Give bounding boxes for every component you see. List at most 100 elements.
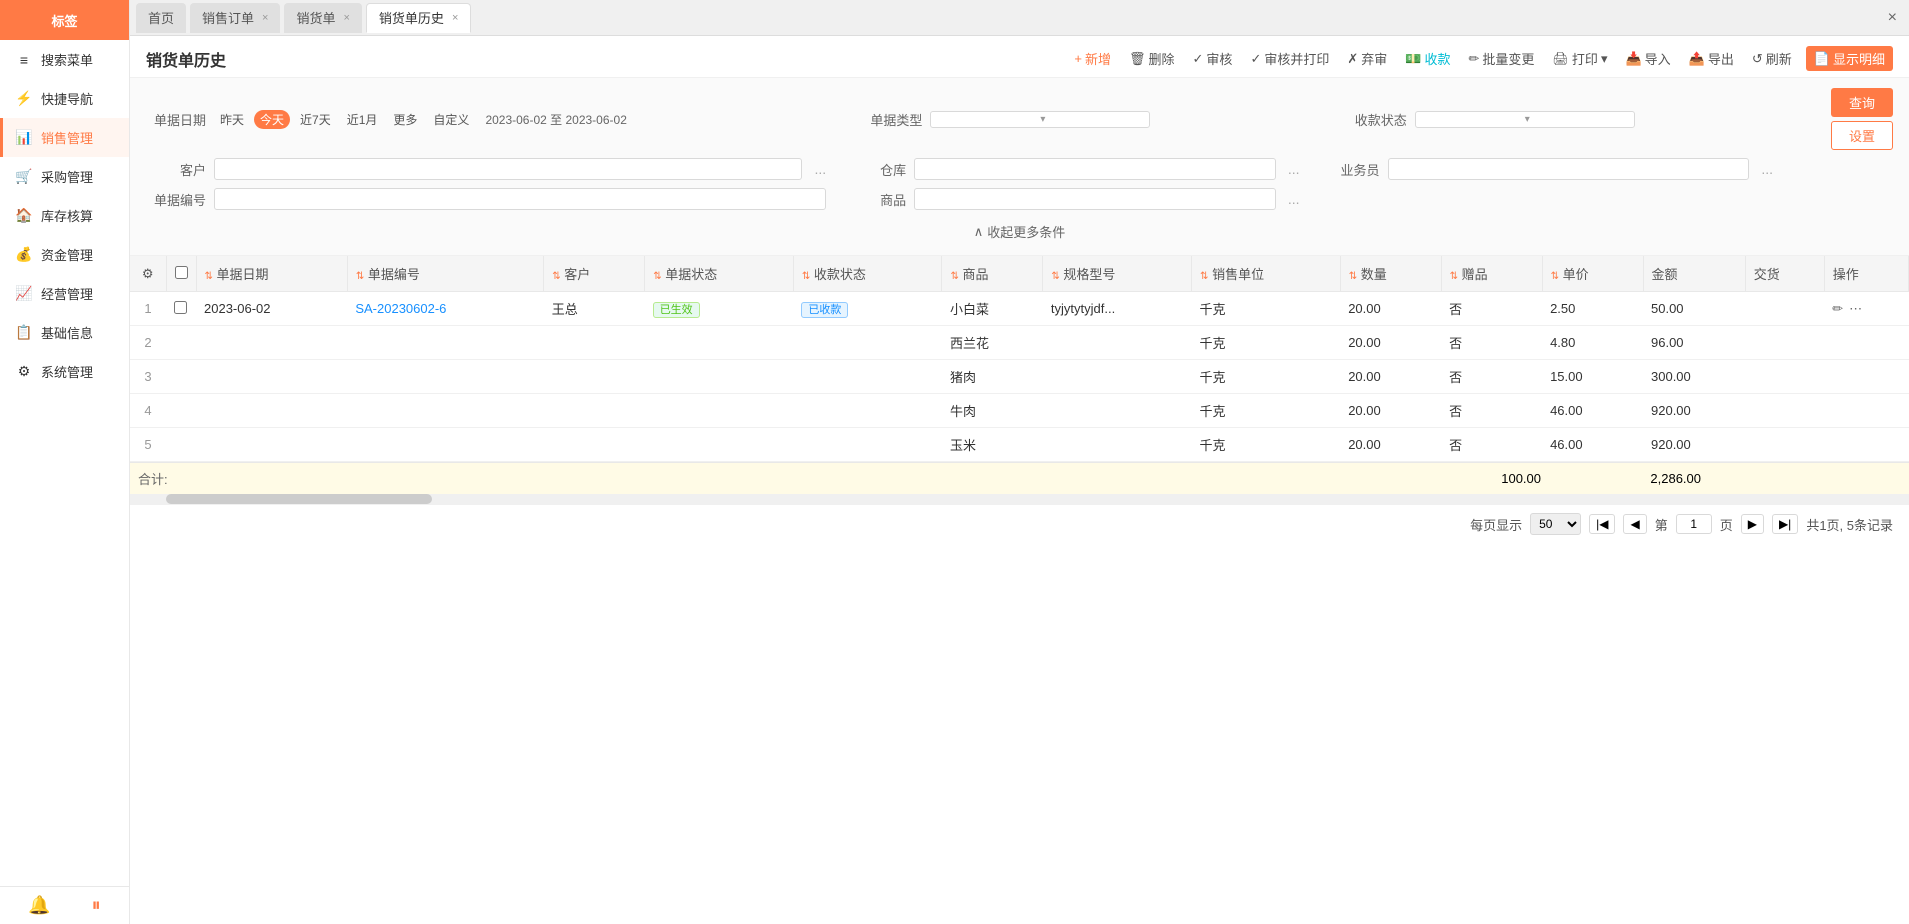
first-page-button[interactable]: |◀ (1589, 514, 1615, 534)
row-checkbox-cell (166, 428, 196, 462)
sidebar-item-label: 库存核算 (41, 206, 93, 225)
table-row: 1 2023-06-02 SA-20230602-6 王总 已生效 已收款 小白… (130, 292, 1909, 326)
col-spec[interactable]: ⇅ 规格型号 (1043, 256, 1192, 292)
tab-sales-history-close[interactable]: × (452, 12, 458, 24)
horizontal-scrollbar[interactable] (130, 494, 1909, 504)
sidebar-item-finance[interactable]: 💰 资金管理 (0, 235, 129, 274)
row-order-status: 已生效 (645, 292, 794, 326)
refresh-button[interactable]: ↺ 刷新 (1748, 47, 1796, 70)
date-today[interactable]: 今天 (254, 110, 290, 129)
delete-button[interactable]: 🗑 删除 (1125, 47, 1179, 70)
scrollbar-thumb[interactable] (166, 494, 433, 504)
date-custom[interactable]: 自定义 (427, 110, 475, 129)
order-no-filter-label: 单据编号 (146, 190, 206, 209)
abandon-button[interactable]: ✗ 弃审 (1343, 47, 1391, 70)
row-amount: 300.00 (1643, 360, 1745, 394)
row-gift: 否 (1441, 360, 1542, 394)
select-all-checkbox[interactable] (175, 266, 188, 279)
more-icon[interactable]: ⋯ (1849, 301, 1862, 317)
sidebar: 标签 ≡ 搜索菜单 ⚡ 快捷导航 📊 销售管理 🛒 采购管理 🏠 库存核算 💰 … (0, 0, 130, 924)
tab-sales-history[interactable]: 销货单历史 × (366, 3, 471, 33)
row-pay-status: 已收款 (793, 292, 942, 326)
row-checkbox[interactable] (174, 301, 187, 314)
col-qty[interactable]: ⇅ 数量 (1340, 256, 1441, 292)
tab-sales-order-close[interactable]: × (262, 12, 268, 24)
row-num: 2 (130, 326, 166, 360)
row-checkbox-cell (166, 360, 196, 394)
tab-sales-delivery-close[interactable]: × (343, 12, 349, 24)
row-checkbox-cell (166, 326, 196, 360)
col-customer[interactable]: ⇅ 客户 (544, 256, 645, 292)
notification-icon[interactable]: 🔔 (28, 895, 50, 916)
setting-button[interactable]: 设置 (1831, 121, 1893, 150)
show-detail-button[interactable]: 📄 显示明细 (1806, 46, 1893, 71)
pause-icon[interactable]: ⏸ (92, 895, 101, 916)
page-input[interactable] (1676, 514, 1712, 534)
sidebar-item-inventory[interactable]: 🏠 库存核算 (0, 196, 129, 235)
print-button[interactable]: 🖨 打印 ▾ (1548, 47, 1611, 70)
query-button[interactable]: 查询 (1831, 88, 1893, 117)
collect-button[interactable]: 💵 收款 (1401, 47, 1454, 70)
col-order-no[interactable]: ⇅ 单据编号 (347, 256, 543, 292)
export-button[interactable]: 📤 导出 (1685, 47, 1738, 70)
table-row: 4 牛肉 千克 20.00 否 46.00 920.00 (130, 394, 1909, 428)
warehouse-dots-btn[interactable]: ... (1288, 161, 1300, 177)
customer-dots-btn[interactable]: ... (814, 161, 826, 177)
row-unit: 千克 (1192, 326, 1341, 360)
row-trade (1745, 394, 1824, 428)
batch-change-icon: ✏ (1468, 51, 1479, 67)
date-1month[interactable]: 近1月 (341, 110, 384, 129)
tab-sales-delivery[interactable]: 销货单 × (284, 3, 361, 33)
product-filter-input[interactable] (914, 188, 1276, 210)
tab-home[interactable]: 首页 (136, 3, 186, 33)
row-spec (1043, 428, 1192, 462)
salesperson-filter-input[interactable] (1388, 158, 1750, 180)
date-7days[interactable]: 近7天 (294, 110, 337, 129)
col-unit[interactable]: ⇅ 销售单位 (1192, 256, 1341, 292)
sidebar-item-system[interactable]: ⚙ 系统管理 (0, 352, 129, 391)
next-page-button[interactable]: ▶ (1741, 514, 1764, 534)
type-filter-select[interactable]: ▾ (930, 111, 1150, 128)
summary-amount: 2,286.00 (1621, 471, 1721, 486)
tab-bar-close[interactable]: × (1880, 9, 1905, 27)
sidebar-item-sales-mgmt[interactable]: 📊 销售管理 (0, 118, 129, 157)
col-gift[interactable]: ⇅ 赠品 (1441, 256, 1542, 292)
sidebar-item-basic-info[interactable]: 📋 基础信息 (0, 313, 129, 352)
product-dots-btn[interactable]: ... (1288, 191, 1300, 207)
col-order-status[interactable]: ⇅ 单据状态 (645, 256, 794, 292)
warehouse-filter-input[interactable] (914, 158, 1276, 180)
collect-icon: 💵 (1405, 51, 1421, 67)
date-yesterday[interactable]: 昨天 (214, 110, 250, 129)
customer-filter-input[interactable] (214, 158, 802, 180)
tab-sales-order[interactable]: 销售订单 × (190, 3, 280, 33)
col-date[interactable]: ⇅ 单据日期 (196, 256, 347, 292)
row-action (1824, 360, 1908, 394)
new-button[interactable]: + 新增 (1070, 47, 1115, 70)
import-button[interactable]: 📥 导入 (1621, 47, 1674, 70)
sidebar-item-label: 经营管理 (41, 284, 93, 303)
col-pay-status[interactable]: ⇅ 收款状态 (793, 256, 942, 292)
collapse-button[interactable]: ∧ 收起更多条件 (146, 218, 1893, 245)
per-page-select[interactable]: 50 100 200 (1530, 513, 1581, 535)
sidebar-item-quick-nav[interactable]: ⚡ 快捷导航 (0, 79, 129, 118)
sort-icon: ⇅ (356, 271, 364, 282)
batch-change-button[interactable]: ✏ 批量变更 (1464, 47, 1538, 70)
prev-page-button[interactable]: ◀ (1623, 514, 1646, 534)
row-order-status (645, 326, 794, 360)
order-no-filter-input[interactable] (214, 188, 826, 210)
order-no-link[interactable]: SA-20230602-6 (355, 301, 446, 316)
date-more[interactable]: 更多 (387, 110, 423, 129)
col-product[interactable]: ⇅ 商品 (942, 256, 1043, 292)
col-settings[interactable]: ⚙ (130, 256, 166, 292)
sidebar-item-operation[interactable]: 📈 经营管理 (0, 274, 129, 313)
sidebar-bottom: 🔔 ⏸ (0, 886, 129, 924)
edit-icon[interactable]: ✏ (1832, 301, 1843, 317)
sidebar-item-search-menu[interactable]: ≡ 搜索菜单 (0, 40, 129, 79)
status-filter-select[interactable]: ▾ (1415, 111, 1635, 128)
salesperson-dots-btn[interactable]: ... (1761, 161, 1773, 177)
review-button[interactable]: ✓ 审核 (1189, 47, 1237, 70)
col-price[interactable]: ⇅ 单价 (1542, 256, 1643, 292)
review-print-button[interactable]: ✓ 审核并打印 (1246, 47, 1333, 70)
last-page-button[interactable]: ▶| (1772, 514, 1798, 534)
sidebar-item-purchase-mgmt[interactable]: 🛒 采购管理 (0, 157, 129, 196)
